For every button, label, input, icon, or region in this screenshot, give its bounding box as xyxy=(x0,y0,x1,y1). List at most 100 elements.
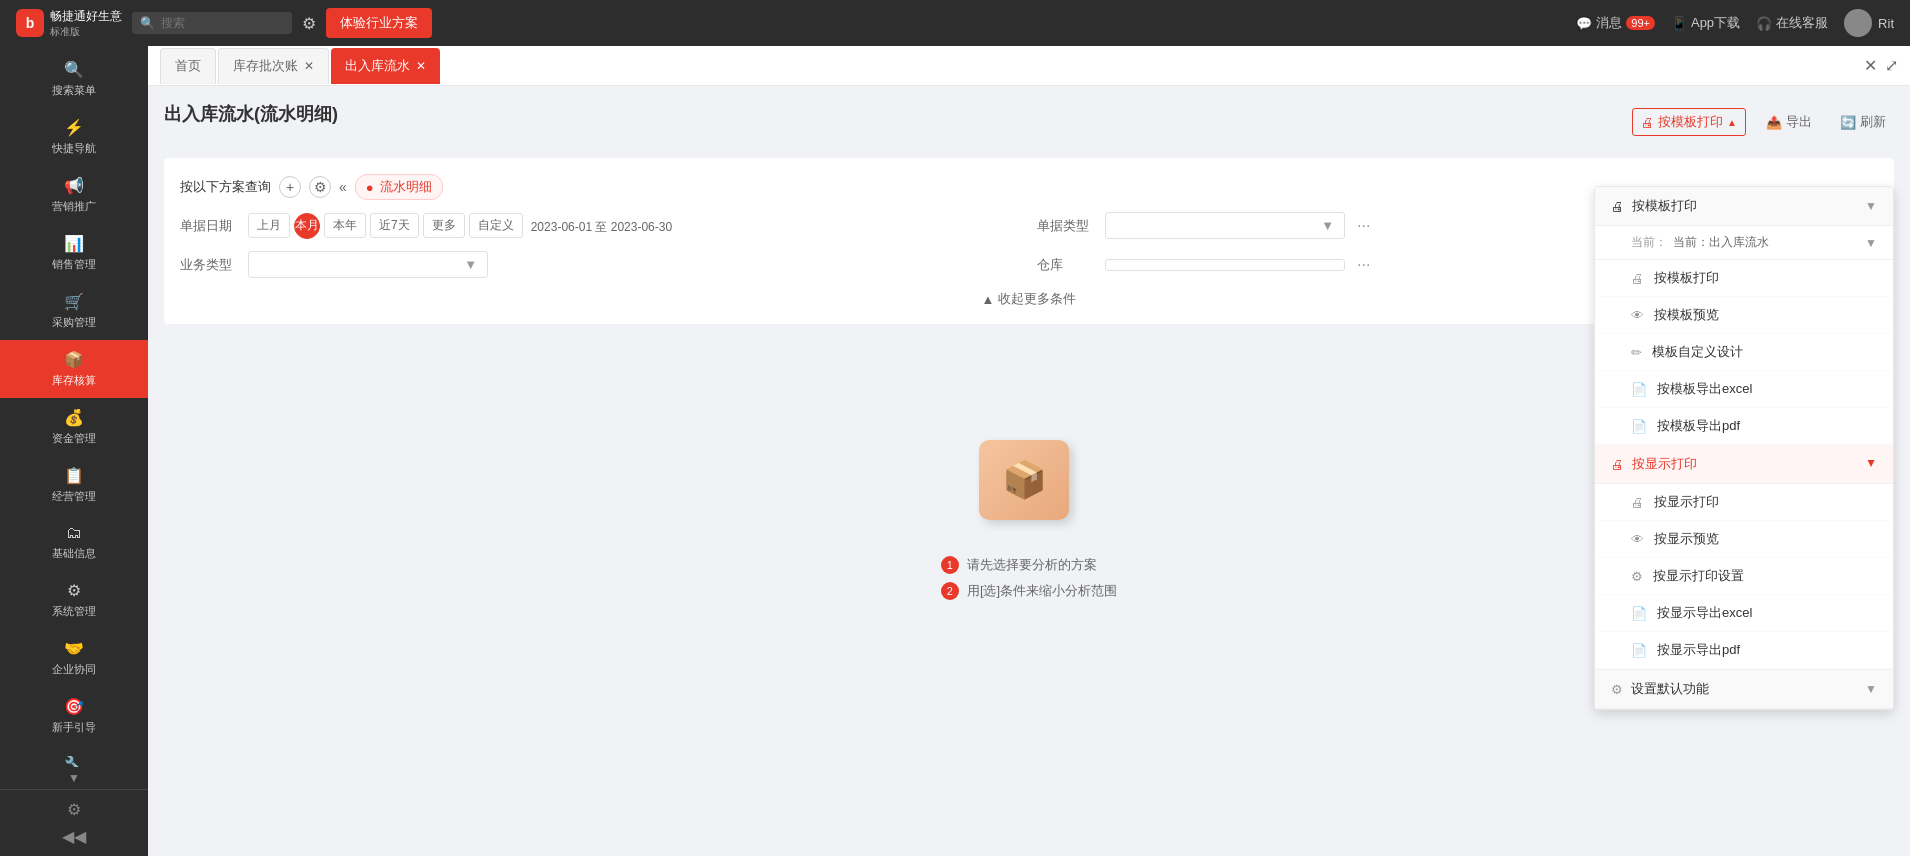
hint-2: 2 用[选]条件来缩小分析范围 xyxy=(941,582,1117,600)
filter-warehouse-select[interactable] xyxy=(1105,259,1345,271)
headset-icon: 🎧 xyxy=(1756,16,1772,31)
date-btn-7days[interactable]: 近7天 xyxy=(370,213,419,238)
tab-expand-btn[interactable]: ⤢ xyxy=(1885,56,1898,75)
sidebar-item-operations[interactable]: 📋 经营管理 xyxy=(0,456,148,514)
enterprise-icon: 🤝 xyxy=(64,639,84,658)
warehouse-more-btn[interactable]: ··· xyxy=(1357,256,1370,274)
empty-hints: 1 请先选择要分析的方案 2 用[选]条件来缩小分析范围 xyxy=(941,556,1117,600)
dropdown-display-print-title: 🖨 按显示打印 xyxy=(1611,455,1697,473)
user-area[interactable]: Rit xyxy=(1844,9,1894,37)
sidebar-item-inventory[interactable]: 📦 库存核算 xyxy=(0,340,148,398)
main-layout: 🔍 搜索菜单 ⚡ 快捷导航 📢 营销推广 📊 销售管理 🛒 采购管理 📦 xyxy=(0,46,1910,856)
sidebar-item-shortcut[interactable]: ⚡ 快捷导航 xyxy=(0,108,148,166)
sidebar-item-sales[interactable]: 📊 销售管理 xyxy=(0,224,148,282)
user-avatar xyxy=(1844,9,1872,37)
tab-home[interactable]: 首页 xyxy=(160,48,216,84)
dropdown-item-display-pdf[interactable]: 📄 按显示导出pdf xyxy=(1595,632,1893,669)
date-btn-this-year[interactable]: 本年 xyxy=(324,213,366,238)
sidebar-item-basic[interactable]: 🗂 基础信息 xyxy=(0,514,148,571)
top-bar: b 畅捷通好生意 标准版 🔍 ⚙ 体验行业方案 💬 消息 99+ 📱 App下载… xyxy=(0,0,1910,46)
filter-settings-btn[interactable]: ⚙ xyxy=(309,176,331,198)
search-input[interactable] xyxy=(161,16,261,30)
dropdown-item-display-excel[interactable]: 📄 按显示导出excel xyxy=(1595,595,1893,632)
sidebar-collapse-icon[interactable]: ◀◀ xyxy=(62,827,86,846)
tab-inventory-batch[interactable]: 库存批次账 ✕ xyxy=(218,48,329,84)
filter-doctype-select[interactable]: ▼ xyxy=(1105,212,1345,239)
sidebar-bottom: ⚙ ◀◀ xyxy=(0,789,148,856)
filter-biztype-field: 业务类型 ▼ xyxy=(180,251,1021,278)
export-btn[interactable]: 📤 导出 xyxy=(1758,109,1820,135)
operations-icon: 📋 xyxy=(64,466,84,485)
settings-icon[interactable]: ⚙ xyxy=(302,14,316,33)
dropdown-item-template-pdf[interactable]: 📄 按模板导出pdf xyxy=(1595,408,1893,445)
messages-btn[interactable]: 💬 消息 99+ xyxy=(1576,14,1655,32)
sidebar-item-search[interactable]: 🔍 搜索菜单 xyxy=(0,50,148,108)
sidebar-item-system[interactable]: ⚙ 系统管理 xyxy=(0,571,148,629)
sidebar-item-appstore[interactable]: 🔧 应用中心 xyxy=(0,745,148,767)
dropdown-item-template-print[interactable]: 🖨 按模板打印 xyxy=(1595,260,1893,297)
filter-add-btn[interactable]: + xyxy=(279,176,301,198)
date-range: 2023-06-01 至 2023-06-30 xyxy=(531,219,672,236)
tab-inventory-batch-close[interactable]: ✕ xyxy=(304,59,314,73)
sidebar-item-newbie[interactable]: 🎯 新手引导 xyxy=(0,687,148,745)
dropdown-item-template-excel[interactable]: 📄 按模板导出excel xyxy=(1595,371,1893,408)
dropdown-item-display-print[interactable]: 🖨 按显示打印 xyxy=(1595,484,1893,521)
finance-icon: 💰 xyxy=(64,408,84,427)
sidebar-item-marketing[interactable]: 📢 营销推广 xyxy=(0,166,148,224)
sidebar-menu: 🔍 搜索菜单 ⚡ 快捷导航 📢 营销推广 📊 销售管理 🛒 采购管理 📦 xyxy=(0,46,148,767)
date-btn-prev-month[interactable]: 上月 xyxy=(248,213,290,238)
sidebar-scroll-down[interactable]: ▼ xyxy=(0,767,148,789)
filter-tag[interactable]: ● 流水明细 xyxy=(355,174,443,200)
dropdown-item-display-preview[interactable]: 👁 按显示预览 xyxy=(1595,521,1893,558)
export-icon: 📤 xyxy=(1766,115,1782,130)
top-bar-actions: 💬 消息 99+ 📱 App下载 🎧 在线客服 Rit xyxy=(1576,9,1894,37)
collapse-icon: ▲ xyxy=(982,292,995,307)
dropdown-item-display-print-settings[interactable]: ⚙ 按显示打印设置 xyxy=(1595,558,1893,595)
purchase-icon: 🛒 xyxy=(64,292,84,311)
page-title: 出入库流水(流水明细) xyxy=(164,102,338,126)
dropdown-default-settings-header[interactable]: ⚙ 设置默认功能 ▼ xyxy=(1595,669,1893,709)
filter-biztype-select[interactable]: ▼ xyxy=(248,251,488,278)
doctype-more-btn[interactable]: ··· xyxy=(1357,217,1370,235)
tab-inout-flow-close[interactable]: ✕ xyxy=(416,59,426,73)
dropdown-item-template-design[interactable]: ✏ 模板自定义设计 xyxy=(1595,334,1893,371)
dropdown-item-template-preview[interactable]: 👁 按模板预览 xyxy=(1595,297,1893,334)
dropdown-excel-icon-1: 📄 xyxy=(1631,382,1647,397)
tab-bar-right: ✕ ⤢ xyxy=(1864,56,1898,75)
industry-btn[interactable]: 体验行业方案 xyxy=(326,8,432,38)
dropdown-display-print-header[interactable]: 🖨 按显示打印 ▲ xyxy=(1595,445,1893,484)
app-download-btn[interactable]: 📱 App下载 xyxy=(1671,14,1740,32)
dropdown-template-print-header[interactable]: 🖨 按模板打印 ▼ xyxy=(1595,187,1893,226)
system-icon: ⚙ xyxy=(67,581,81,600)
refresh-icon: 🔄 xyxy=(1840,115,1856,130)
newbie-icon: 🎯 xyxy=(64,697,84,716)
logo-area: b 畅捷通好生意 标准版 xyxy=(16,8,122,39)
date-btn-this-month[interactable]: 本月 xyxy=(294,213,320,239)
sidebar-item-finance[interactable]: 💰 资金管理 xyxy=(0,398,148,456)
tab-inout-flow[interactable]: 出入库流水 ✕ xyxy=(331,48,440,84)
display-print-arrow-icon: ▲ xyxy=(1865,457,1877,471)
basic-icon: 🗂 xyxy=(66,524,82,542)
search-bar[interactable]: 🔍 xyxy=(132,12,292,34)
template-print-arrow-icon: ▼ xyxy=(1865,199,1877,213)
dropdown-current-label: 当前： 当前：出入库流水 ▼ xyxy=(1595,226,1893,260)
filter-tag-icon: ● xyxy=(366,180,374,195)
dropdown-settings-icon: ⚙ xyxy=(1631,569,1643,584)
appstore-icon: 🔧 xyxy=(64,755,84,767)
search-icon: 🔍 xyxy=(140,16,155,30)
date-btn-more[interactable]: 更多 xyxy=(423,213,465,238)
tab-close-all-btn[interactable]: ✕ xyxy=(1864,56,1877,75)
refresh-btn[interactable]: 🔄 刷新 xyxy=(1832,109,1894,135)
dropdown-template-print-title: 🖨 按模板打印 xyxy=(1611,197,1697,215)
scroll-down-icon: ▼ xyxy=(68,771,80,785)
sidebar-item-purchase[interactable]: 🛒 采购管理 xyxy=(0,282,148,340)
printer-icon: 🖨 xyxy=(1641,115,1654,130)
filter-collapse-btn[interactable]: « xyxy=(339,179,347,195)
sidebar-item-enterprise[interactable]: 🤝 企业协同 xyxy=(0,629,148,687)
print-template-btn[interactable]: 🖨 按模板打印 ▲ xyxy=(1632,108,1746,136)
top-actions: 🖨 按模板打印 ▲ 📤 导出 🔄 刷新 xyxy=(1632,108,1894,136)
printer-icon-3: 🖨 xyxy=(1611,457,1624,472)
sidebar-settings-icon[interactable]: ⚙ xyxy=(67,800,81,819)
online-service-btn[interactable]: 🎧 在线客服 xyxy=(1756,14,1828,32)
date-btn-custom[interactable]: 自定义 xyxy=(469,213,523,238)
